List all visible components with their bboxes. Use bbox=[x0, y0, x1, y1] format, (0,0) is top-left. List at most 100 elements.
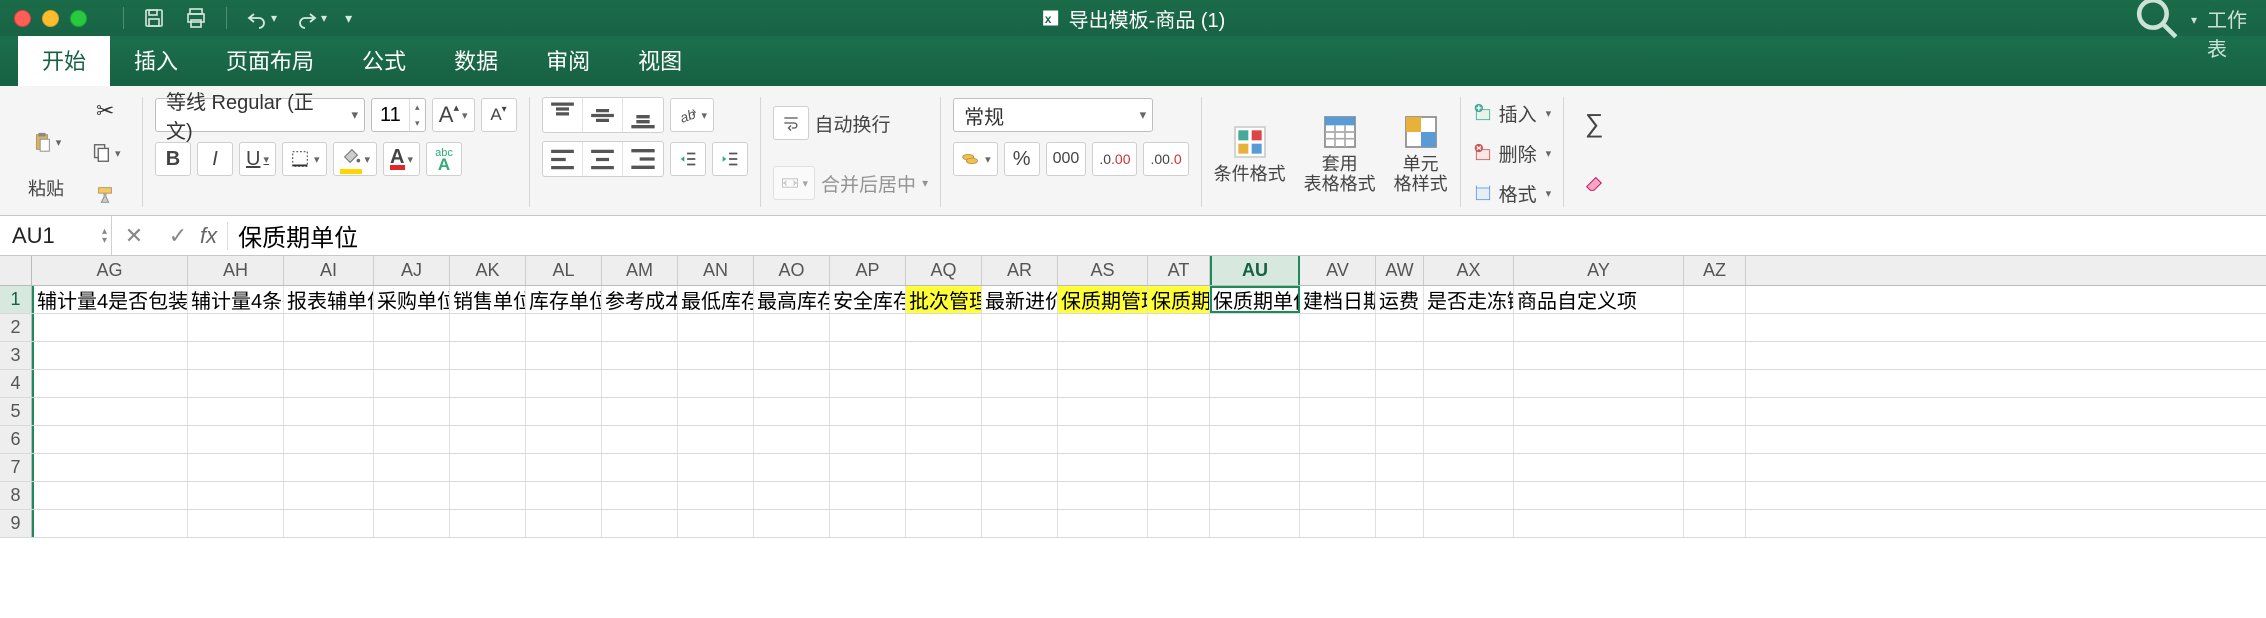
cell[interactable] bbox=[1210, 454, 1300, 481]
column-header-AT[interactable]: AT bbox=[1148, 256, 1210, 285]
cell[interactable] bbox=[1376, 510, 1424, 537]
cell[interactable] bbox=[906, 398, 982, 425]
tab-insert[interactable]: 插入 bbox=[110, 34, 202, 86]
cell[interactable] bbox=[1210, 342, 1300, 369]
cell[interactable] bbox=[1148, 370, 1210, 397]
cell[interactable] bbox=[1300, 398, 1376, 425]
cell[interactable] bbox=[188, 510, 284, 537]
column-header-AJ[interactable]: AJ bbox=[374, 256, 450, 285]
cell[interactable] bbox=[374, 398, 450, 425]
row-header[interactable]: 8 bbox=[0, 482, 32, 509]
cell[interactable] bbox=[1376, 398, 1424, 425]
underline-button[interactable]: U bbox=[239, 142, 276, 176]
cell[interactable] bbox=[982, 370, 1058, 397]
column-header-AI[interactable]: AI bbox=[284, 256, 374, 285]
cell[interactable]: 批次管理 bbox=[906, 286, 982, 313]
cell[interactable] bbox=[284, 454, 374, 481]
cell[interactable] bbox=[982, 482, 1058, 509]
cell[interactable] bbox=[602, 482, 678, 509]
decrease-indent-button[interactable] bbox=[670, 142, 706, 176]
cell[interactable] bbox=[602, 510, 678, 537]
phonetic-button[interactable]: abcA bbox=[426, 142, 462, 176]
cell[interactable] bbox=[284, 314, 374, 341]
cell[interactable] bbox=[1058, 482, 1148, 509]
cell[interactable] bbox=[450, 454, 526, 481]
cell[interactable] bbox=[678, 398, 754, 425]
column-header-AV[interactable]: AV bbox=[1300, 256, 1376, 285]
cell[interactable] bbox=[188, 482, 284, 509]
italic-button[interactable]: I bbox=[197, 142, 233, 176]
increase-indent-button[interactable] bbox=[712, 142, 748, 176]
cell[interactable] bbox=[1210, 314, 1300, 341]
cell[interactable] bbox=[450, 342, 526, 369]
cell[interactable] bbox=[1300, 454, 1376, 481]
increase-font-button[interactable]: A▴ bbox=[432, 98, 475, 132]
cell[interactable] bbox=[188, 398, 284, 425]
row-header[interactable]: 9 bbox=[0, 510, 32, 537]
cell[interactable] bbox=[526, 510, 602, 537]
cell[interactable]: 最低库存 bbox=[678, 286, 754, 313]
cell[interactable]: 是否走冻链 bbox=[1424, 286, 1514, 313]
cell[interactable] bbox=[830, 398, 906, 425]
cell[interactable] bbox=[284, 510, 374, 537]
cell[interactable] bbox=[982, 314, 1058, 341]
vertical-align-segment[interactable] bbox=[542, 97, 664, 133]
cell[interactable] bbox=[830, 426, 906, 453]
cell[interactable] bbox=[1300, 342, 1376, 369]
tab-home[interactable]: 开始 bbox=[18, 34, 110, 86]
number-format-select[interactable]: 常规 bbox=[953, 98, 1153, 132]
border-button[interactable] bbox=[282, 142, 327, 176]
cell[interactable] bbox=[1424, 454, 1514, 481]
minimize-window-button[interactable] bbox=[42, 10, 59, 27]
fx-icon[interactable]: fx bbox=[200, 223, 217, 249]
cell[interactable]: 保质期管理 bbox=[1058, 286, 1148, 313]
tab-data[interactable]: 数据 bbox=[430, 34, 522, 86]
cell[interactable] bbox=[754, 454, 830, 481]
cut-button[interactable] bbox=[87, 94, 123, 128]
cell[interactable] bbox=[602, 342, 678, 369]
cell[interactable] bbox=[188, 314, 284, 341]
cell[interactable] bbox=[1514, 510, 1684, 537]
cell[interactable] bbox=[1684, 482, 1746, 509]
cell[interactable] bbox=[374, 482, 450, 509]
cell[interactable] bbox=[830, 342, 906, 369]
cell-styles-button[interactable]: 单元 格样式 bbox=[1394, 112, 1448, 194]
cell[interactable] bbox=[374, 342, 450, 369]
cell[interactable] bbox=[1148, 482, 1210, 509]
cell[interactable] bbox=[1376, 454, 1424, 481]
row-header[interactable]: 2 bbox=[0, 314, 32, 341]
cell[interactable] bbox=[1058, 342, 1148, 369]
cell[interactable] bbox=[982, 426, 1058, 453]
cell[interactable] bbox=[1684, 286, 1746, 313]
cell[interactable]: 保质期 bbox=[1148, 286, 1210, 313]
cell[interactable] bbox=[284, 426, 374, 453]
redo-icon[interactable]: ▾ bbox=[295, 6, 327, 30]
cell[interactable] bbox=[526, 482, 602, 509]
cell[interactable] bbox=[188, 426, 284, 453]
column-header-AY[interactable]: AY bbox=[1514, 256, 1684, 285]
cell[interactable] bbox=[678, 342, 754, 369]
cell[interactable] bbox=[1058, 314, 1148, 341]
cell[interactable] bbox=[982, 454, 1058, 481]
qat-customize-icon[interactable]: ▾ bbox=[345, 10, 352, 27]
cell[interactable] bbox=[284, 482, 374, 509]
cell[interactable] bbox=[1300, 426, 1376, 453]
cell[interactable]: 库存单位 bbox=[526, 286, 602, 313]
cell[interactable] bbox=[526, 398, 602, 425]
cell[interactable] bbox=[1514, 342, 1684, 369]
column-header-AW[interactable]: AW bbox=[1376, 256, 1424, 285]
cancel-formula-button[interactable]: ✕ bbox=[112, 216, 156, 255]
cell[interactable] bbox=[1514, 370, 1684, 397]
cell[interactable] bbox=[1376, 370, 1424, 397]
cell[interactable]: 保质期单位 bbox=[1210, 286, 1300, 313]
cell[interactable] bbox=[754, 314, 830, 341]
cell[interactable] bbox=[1424, 510, 1514, 537]
align-right-icon[interactable] bbox=[623, 142, 663, 176]
cell[interactable] bbox=[450, 314, 526, 341]
cell[interactable] bbox=[1514, 454, 1684, 481]
cell[interactable] bbox=[1684, 510, 1746, 537]
cell[interactable] bbox=[1684, 454, 1746, 481]
cell[interactable] bbox=[32, 398, 188, 425]
cell[interactable] bbox=[32, 342, 188, 369]
cell[interactable] bbox=[284, 370, 374, 397]
